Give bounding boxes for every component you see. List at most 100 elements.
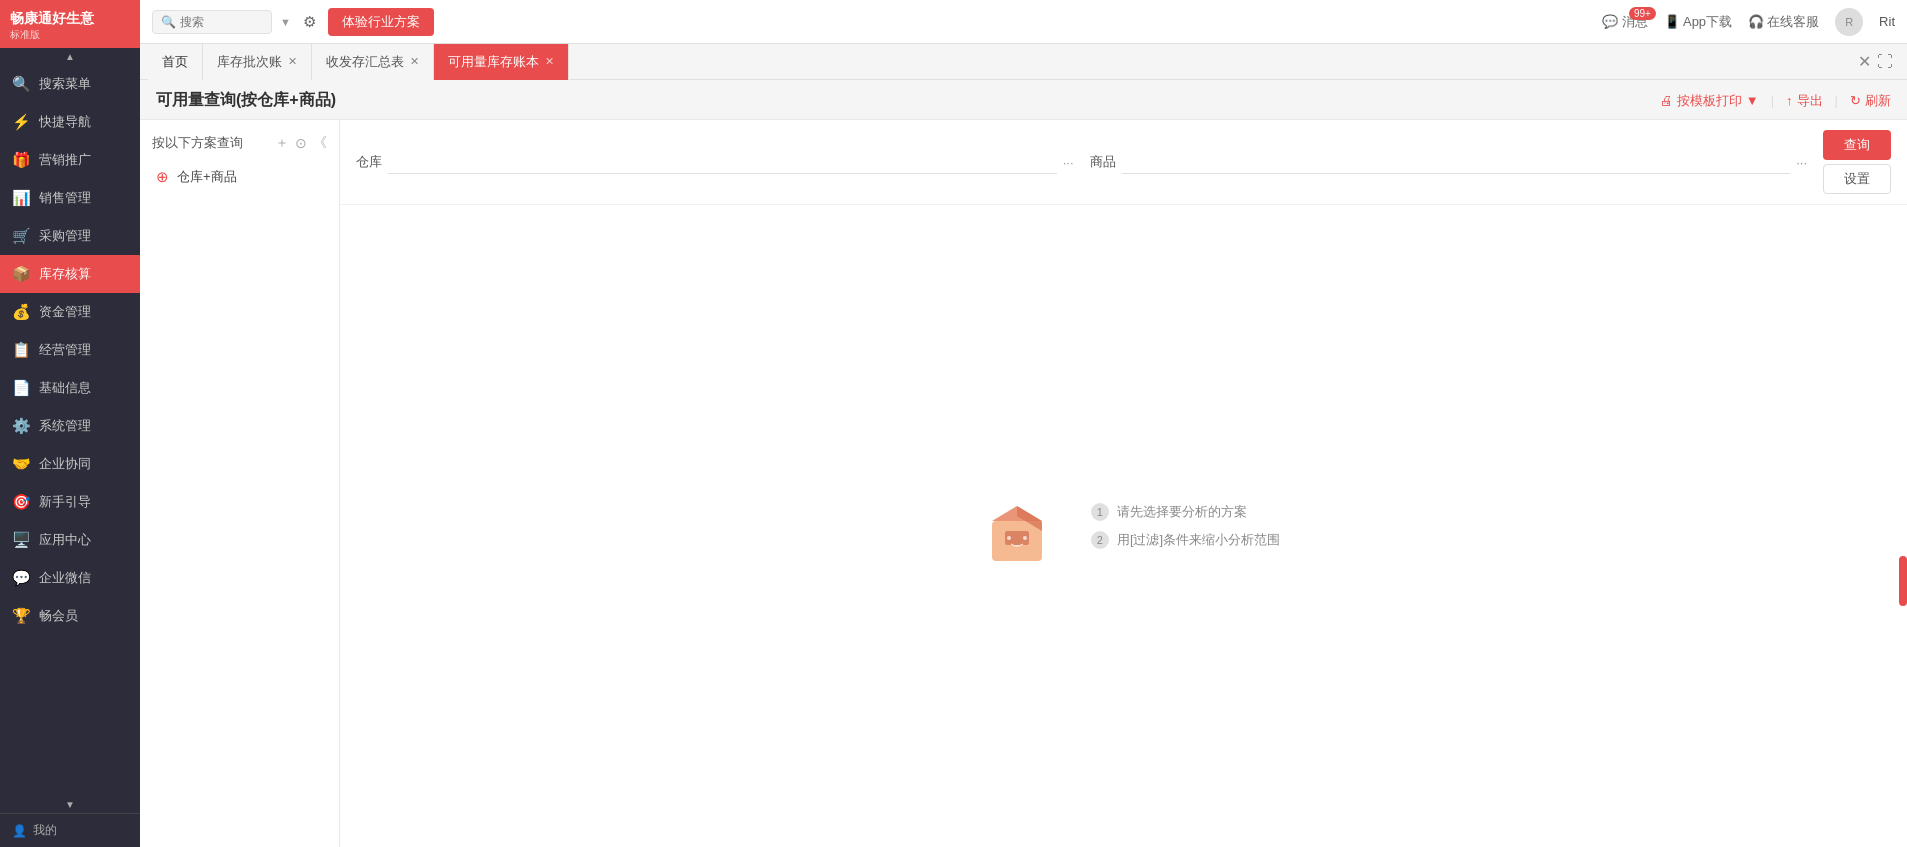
tip-num-1: 1 (1091, 503, 1109, 521)
sidebar-item-label-12: 应用中心 (39, 531, 91, 549)
app-sub: 标准版 (10, 28, 130, 42)
sidebar-item-企业微信[interactable]: 💬企业微信 (0, 559, 140, 597)
username-label[interactable]: Rit (1879, 14, 1895, 29)
tab-1[interactable]: 库存批次账 ✕ (203, 44, 312, 80)
sidebar-item-label-8: 基础信息 (39, 379, 91, 397)
content-wrapper: 按以下方案查询 ＋ ⊙ 《 ⊕仓库+商品 仓库 ··· (140, 120, 1907, 847)
print-button[interactable]: 🖨 按模板打印 ▼ (1660, 92, 1759, 110)
search-input[interactable] (180, 15, 260, 29)
export-icon: ↑ (1786, 93, 1793, 108)
refresh-button[interactable]: ↻ 刷新 (1850, 92, 1891, 110)
tip-text-2: 用[过滤]条件来缩小分析范围 (1117, 531, 1280, 549)
sidebar-item-应用中心[interactable]: 🖥️应用中心 (0, 521, 140, 559)
gear-icon[interactable]: ⚙ (299, 13, 320, 31)
sidebar-item-系统管理[interactable]: ⚙️ 系统管理 (0, 407, 140, 445)
empty-tips: 1 请先选择要分析的方案 2 用[过滤]条件来缩小分析范围 (1091, 503, 1280, 549)
svg-point-4 (1007, 536, 1011, 540)
export-button[interactable]: ↑ 导出 (1786, 92, 1823, 110)
online-service-button[interactable]: 🎧 在线客服 (1748, 13, 1819, 31)
sidebar-item-销售管理[interactable]: 📊销售管理 (0, 179, 140, 217)
tabbar-actions: ✕ ⛶ (1858, 52, 1899, 71)
sidebar-item-采购管理[interactable]: 🛒采购管理 (0, 217, 140, 255)
message-icon: 💬 (1602, 14, 1618, 29)
main-area: 🔍 ▼ ⚙ 体验行业方案 💬 消息 99+ 📱 App下载 🎧 在线客服 R R… (140, 0, 1907, 847)
warehouse-field: 仓库 ··· (356, 150, 1074, 174)
message-button[interactable]: 💬 消息 99+ (1602, 13, 1648, 31)
warehouse-input[interactable] (388, 150, 1057, 174)
tab-3[interactable]: 可用量库存账本✕ (434, 44, 569, 80)
sidebar-icon-7: 📋 (12, 341, 31, 359)
divider2: | (1835, 93, 1838, 108)
goods-input[interactable] (1122, 150, 1791, 174)
search-icon: 🔍 (161, 15, 176, 29)
sidebar-item-畅会员[interactable]: 🏆畅会员 (0, 597, 140, 635)
filter-item-0[interactable]: ⊕仓库+商品 (140, 160, 339, 194)
sidebar-scroll-down[interactable]: ▼ (0, 796, 140, 813)
tab-0[interactable]: 首页 (148, 44, 203, 80)
sidebar-item-label-9: 系统管理 (39, 417, 91, 435)
add-filter-button[interactable]: ＋ (275, 134, 289, 152)
person-icon: 👤 (12, 824, 27, 838)
sidebar-item-资金管理[interactable]: 💰 资金管理 (0, 293, 140, 331)
empty-illustration (967, 476, 1067, 576)
page-title: 可用量查询(按仓库+商品) (156, 90, 336, 111)
tab-close-icon-2[interactable]: ✕ (410, 55, 419, 68)
sidebar-item-搜索菜单[interactable]: 🔍 搜索菜单 (0, 65, 140, 103)
tab-label-1: 库存批次账 (217, 53, 282, 71)
sidebar-icon-6: 💰 (12, 303, 31, 321)
sidebar-item-新手引导[interactable]: 🎯 新手引导 (0, 483, 140, 521)
sidebar-bottom-label: 我的 (33, 822, 57, 839)
tab-label-0: 首页 (162, 53, 188, 71)
tab-close-icon-3[interactable]: ✕ (545, 55, 554, 68)
topbar-search-area[interactable]: 🔍 (152, 10, 272, 34)
empty-state: 1 请先选择要分析的方案 2 用[过滤]条件来缩小分析范围 (340, 205, 1907, 847)
right-scrollbar[interactable] (1899, 556, 1907, 606)
sidebar-item-快捷导航[interactable]: ⚡快捷导航 (0, 103, 140, 141)
maximize-tab-button[interactable]: ⛶ (1877, 53, 1893, 71)
sidebar-item-label-6: 资金管理 (39, 303, 91, 321)
page-header-actions: 🖨 按模板打印 ▼ | ↑ 导出 | ↻ 刷新 (1660, 92, 1891, 110)
goods-more-icon[interactable]: ··· (1796, 155, 1807, 170)
query-buttons: 查询 设置 (1823, 130, 1891, 194)
warehouse-more-icon[interactable]: ··· (1063, 155, 1074, 170)
settings-button[interactable]: 设置 (1823, 164, 1891, 194)
close-tab-button[interactable]: ✕ (1858, 52, 1871, 71)
sidebar-item-企业协同[interactable]: 🤝企业协同 (0, 445, 140, 483)
avatar: R (1835, 8, 1863, 36)
query-button[interactable]: 查询 (1823, 130, 1891, 160)
query-bar: 仓库 ··· 商品 ··· 查询 设置 (340, 120, 1907, 205)
sidebar-icon-9: ⚙️ (12, 417, 31, 435)
goods-field: 商品 ··· (1090, 150, 1808, 174)
sidebar-scroll-up[interactable]: ▲ (0, 48, 140, 65)
sidebar-bottom-item[interactable]: 👤 我的 (0, 813, 140, 847)
tab-2[interactable]: 收发存汇总表 ✕ (312, 44, 434, 80)
tabbar: 首页库存批次账✕收发存汇总表✕可用量库存账本✕ ✕ ⛶ (140, 44, 1907, 80)
chevron-print-icon[interactable]: ▼ (1746, 93, 1759, 108)
sidebar-icon-11: 🎯 (12, 493, 31, 511)
sidebar-item-label-11: 新手引导 (39, 493, 91, 511)
chevron-down-icon[interactable]: ▼ (280, 16, 291, 28)
filter-panel-title: 按以下方案查询 (152, 134, 243, 152)
export-label: 导出 (1797, 92, 1823, 110)
app-dl-label: App下载 (1683, 13, 1732, 31)
sidebar-item-label-0: 搜索菜单 (39, 75, 91, 93)
sidebar-item-基础信息[interactable]: 📄基础信息 (0, 369, 140, 407)
sidebar-icon-1: ⚡ (12, 113, 31, 131)
collapse-filter-button[interactable]: 《 (313, 134, 327, 152)
page-header: 可用量查询(按仓库+商品) 🖨 按模板打印 ▼ | ↑ 导出 | ↻ 刷新 (140, 80, 1907, 120)
sidebar-item-label-13: 企业微信 (39, 569, 91, 587)
tab-label-2: 收发存汇总表 (326, 53, 404, 71)
sidebar-item-label-4: 采购管理 (39, 227, 91, 245)
svg-point-5 (1023, 536, 1027, 540)
sidebar-item-经营管理[interactable]: 📋经营管理 (0, 331, 140, 369)
filter-settings-button[interactable]: ⊙ (295, 135, 307, 151)
sidebar: 畅康通好生意 标准版 ▲ 🔍搜索菜单⚡快捷导航🎁营销推广📊销售管理🛒采购管理📦库… (0, 0, 140, 847)
sidebar-item-营销推广[interactable]: 🎁营销推广 (0, 141, 140, 179)
filter-panel: 按以下方案查询 ＋ ⊙ 《 ⊕仓库+商品 (140, 120, 340, 847)
app-download-button[interactable]: 📱 App下载 (1664, 13, 1732, 31)
tab-close-icon-1[interactable]: ✕ (288, 55, 297, 68)
trial-button[interactable]: 体验行业方案 (328, 8, 434, 36)
sidebar-icon-2: 🎁 (12, 151, 31, 169)
sidebar-item-库存核算[interactable]: 📦库存核算 (0, 255, 140, 293)
sidebar-icon-0: 🔍 (12, 75, 31, 93)
